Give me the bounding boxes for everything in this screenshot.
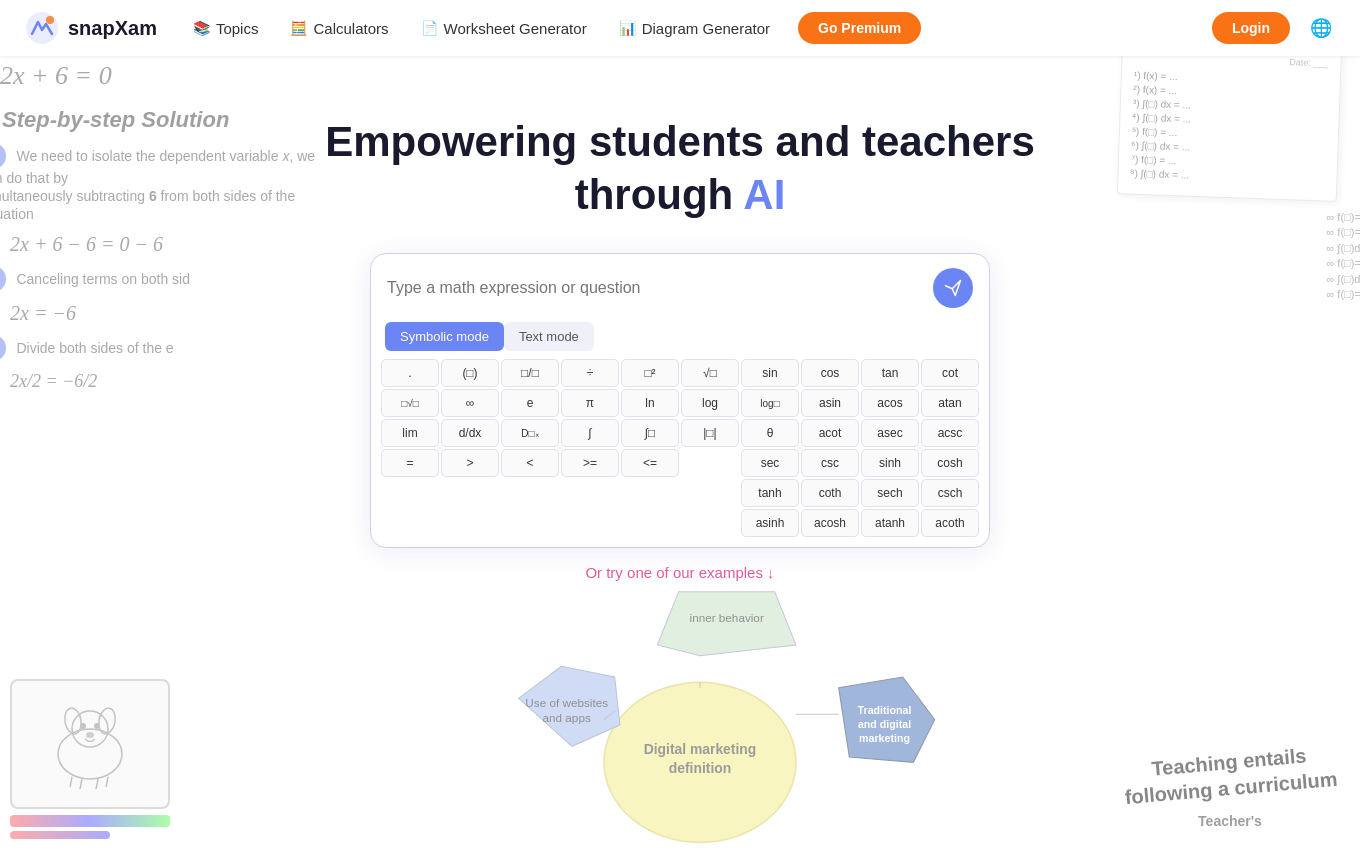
btn-tan[interactable]: tan bbox=[861, 359, 919, 387]
btn-coth[interactable]: coth bbox=[801, 479, 859, 507]
btn-fraction[interactable]: □/□ bbox=[501, 359, 559, 387]
nav-calculators-label: Calculators bbox=[313, 20, 388, 37]
symbolic-mode-tab[interactable]: Symbolic mode bbox=[385, 322, 504, 351]
btn-csch[interactable]: csch bbox=[921, 479, 979, 507]
btn-acot[interactable]: acot bbox=[801, 419, 859, 447]
nav-worksheet-label: Worksheet Generator bbox=[444, 20, 587, 37]
btn-tanh[interactable]: tanh bbox=[741, 479, 799, 507]
btn-cot[interactable]: cot bbox=[921, 359, 979, 387]
btn-empty12 bbox=[621, 509, 679, 537]
btn-sinh[interactable]: sinh bbox=[861, 449, 919, 477]
calculators-icon: 🧮 bbox=[290, 20, 307, 36]
nav-calculators[interactable]: 🧮 Calculators bbox=[278, 14, 400, 43]
btn-csc[interactable]: csc bbox=[801, 449, 859, 477]
main-content: Empowering students and teachers through… bbox=[0, 56, 1360, 859]
examples-link[interactable]: Or try one of our examples ↓ bbox=[585, 564, 774, 581]
btn-asinh[interactable]: asinh bbox=[741, 509, 799, 537]
btn-lt[interactable]: < bbox=[501, 449, 559, 477]
worksheet-icon: 📄 bbox=[421, 20, 438, 36]
logo[interactable]: snapXam bbox=[24, 10, 157, 46]
send-icon bbox=[944, 279, 962, 297]
btn-acosh[interactable]: acosh bbox=[801, 509, 859, 537]
logo-icon bbox=[24, 10, 60, 46]
btn-abs[interactable]: |□| bbox=[681, 419, 739, 447]
btn-atanh[interactable]: atanh bbox=[861, 509, 919, 537]
nav-diagram[interactable]: 📊 Diagram Generator bbox=[607, 14, 782, 43]
btn-inf[interactable]: ∞ bbox=[441, 389, 499, 417]
btn-acoth[interactable]: acoth bbox=[921, 509, 979, 537]
diagram-icon: 📊 bbox=[619, 20, 636, 36]
btn-e[interactable]: e bbox=[501, 389, 559, 417]
mode-tabs: Symbolic mode Text mode bbox=[371, 322, 989, 351]
btn-logb[interactable]: log□ bbox=[741, 389, 799, 417]
nav-worksheet[interactable]: 📄 Worksheet Generator bbox=[409, 14, 599, 43]
btn-empty2 bbox=[381, 479, 439, 507]
btn-empty6 bbox=[621, 479, 679, 507]
svg-point-1 bbox=[46, 16, 54, 24]
input-row bbox=[371, 254, 989, 322]
btn-sec[interactable]: sec bbox=[741, 449, 799, 477]
btn-empty3 bbox=[441, 479, 499, 507]
btn-div[interactable]: ÷ bbox=[561, 359, 619, 387]
btn-sin[interactable]: sin bbox=[741, 359, 799, 387]
btn-log[interactable]: log bbox=[681, 389, 739, 417]
hero-heading: Empowering students and teachers through… bbox=[325, 116, 1035, 221]
btn-pi[interactable]: π bbox=[561, 389, 619, 417]
btn-cosh[interactable]: cosh bbox=[921, 449, 979, 477]
hero-line2-plain: through bbox=[575, 171, 744, 218]
btn-sqrt2[interactable]: □√□ bbox=[381, 389, 439, 417]
btn-asin[interactable]: asin bbox=[801, 389, 859, 417]
math-input[interactable] bbox=[387, 279, 923, 297]
btn-empty10 bbox=[501, 509, 559, 537]
btn-intb[interactable]: ∫□ bbox=[621, 419, 679, 447]
btn-lte[interactable]: <= bbox=[621, 449, 679, 477]
btn-empty9 bbox=[441, 509, 499, 537]
btn-empty4 bbox=[501, 479, 559, 507]
btn-acsc[interactable]: acsc bbox=[921, 419, 979, 447]
premium-button[interactable]: Go Premium bbox=[798, 12, 921, 44]
btn-ln[interactable]: ln bbox=[621, 389, 679, 417]
hero-ai: AI bbox=[743, 171, 785, 218]
brand-name: snapXam bbox=[68, 17, 157, 40]
btn-gt[interactable]: > bbox=[441, 449, 499, 477]
btn-empty5 bbox=[561, 479, 619, 507]
btn-dot[interactable]: . bbox=[381, 359, 439, 387]
math-input-container: Symbolic mode Text mode . (□) □/□ ÷ □² √… bbox=[370, 253, 990, 548]
language-icon[interactable]: 🌐 bbox=[1306, 13, 1336, 43]
btn-acos[interactable]: acos bbox=[861, 389, 919, 417]
send-button[interactable] bbox=[933, 268, 973, 308]
btn-eq[interactable]: = bbox=[381, 449, 439, 477]
btn-gte[interactable]: >= bbox=[561, 449, 619, 477]
btn-ddx[interactable]: d/dx bbox=[441, 419, 499, 447]
navbar: snapXam 📚 Topics 🧮 Calculators 📄 Workshe… bbox=[0, 0, 1360, 56]
btn-partial[interactable]: D□ₓ bbox=[501, 419, 559, 447]
btn-sqrt[interactable]: √□ bbox=[681, 359, 739, 387]
text-mode-tab[interactable]: Text mode bbox=[504, 322, 594, 351]
math-buttons-grid: . (□) □/□ ÷ □² √□ sin cos tan cot □√□ ∞ … bbox=[371, 351, 989, 547]
btn-asec[interactable]: asec bbox=[861, 419, 919, 447]
hero-line1: Empowering students and teachers bbox=[325, 118, 1035, 165]
btn-int[interactable]: ∫ bbox=[561, 419, 619, 447]
btn-empty11 bbox=[561, 509, 619, 537]
nav-topics[interactable]: 📚 Topics bbox=[181, 14, 271, 43]
login-button[interactable]: Login bbox=[1212, 12, 1290, 44]
btn-sech[interactable]: sech bbox=[861, 479, 919, 507]
topics-icon: 📚 bbox=[193, 20, 210, 36]
nav-diagram-label: Diagram Generator bbox=[642, 20, 770, 37]
btn-paren[interactable]: (□) bbox=[441, 359, 499, 387]
btn-sq[interactable]: □² bbox=[621, 359, 679, 387]
nav-topics-label: Topics bbox=[216, 20, 259, 37]
btn-empty1 bbox=[681, 449, 739, 477]
btn-empty7 bbox=[681, 479, 739, 507]
btn-lim[interactable]: lim bbox=[381, 419, 439, 447]
btn-cos[interactable]: cos bbox=[801, 359, 859, 387]
btn-theta[interactable]: θ bbox=[741, 419, 799, 447]
btn-empty8 bbox=[381, 509, 439, 537]
btn-empty13 bbox=[681, 509, 739, 537]
btn-atan[interactable]: atan bbox=[921, 389, 979, 417]
